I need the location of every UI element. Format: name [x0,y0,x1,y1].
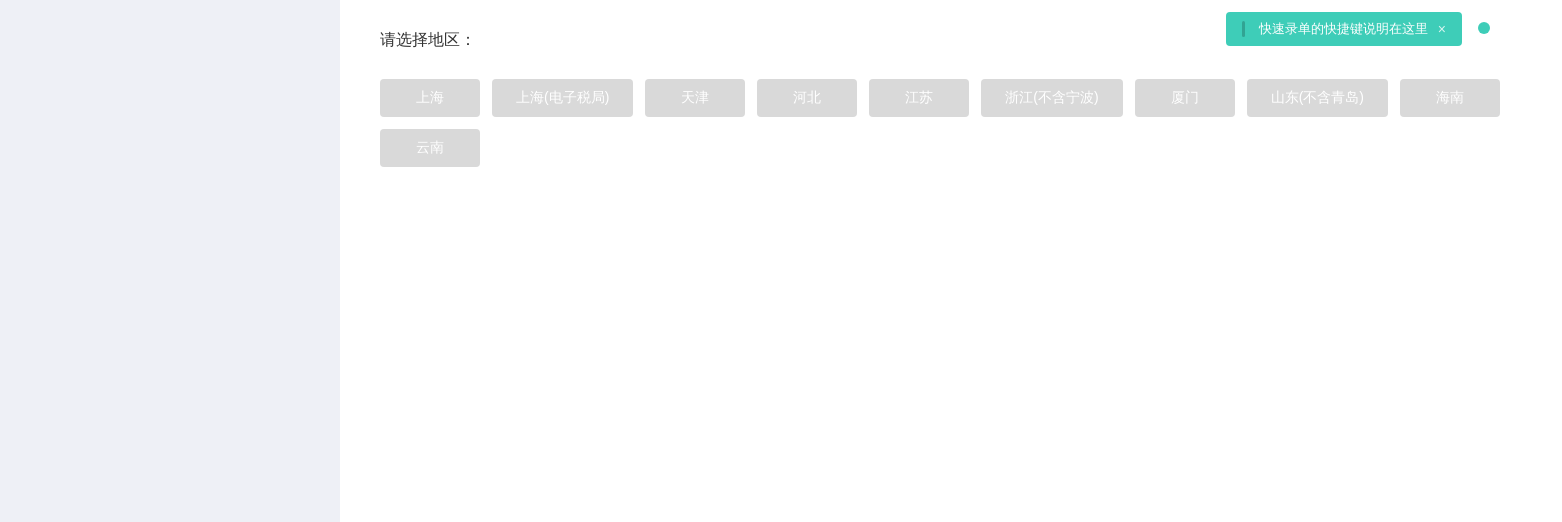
tooltip-connector-dot [1478,22,1490,34]
region-buttons: 上海上海(电子税局) 天津河北江苏浙江(不含宁波) 厦门山东(不含青岛) 海南云南 [380,79,1522,167]
region-button-hebei[interactable]: 河北 [757,79,857,117]
region-button-shanghai[interactable]: 上海 [380,79,480,117]
tooltip-close-button[interactable]: × [1438,22,1446,36]
tooltip-text: 快速录单的快捷键说明在这里 [1259,20,1428,38]
region-button-hainan[interactable]: 海南 [1400,79,1500,117]
main-content: 请选择地区： 上海上海(电子税局)天津河北江苏浙江(不含宁波)厦门山东(不含青岛… [340,0,1562,522]
region-button-yunnan[interactable]: 云南 [380,129,480,167]
region-button-jiangsu[interactable]: 江苏 [869,79,969,117]
region-button-tianjin[interactable]: 天津 [645,79,745,117]
region-button-zhejiang[interactable]: 浙江(不含宁波) [981,79,1122,117]
region-button-shandong[interactable]: 山东(不含青岛) [1247,79,1388,117]
tooltip-left-bar [1242,21,1245,37]
tooltip-banner: 快速录单的快捷键说明在这里 × [1226,12,1462,46]
region-button-xiamen[interactable]: 厦门 [1135,79,1235,117]
region-button-shanghai-etax[interactable]: 上海(电子税局) [492,79,633,117]
left-sidebar [0,0,340,522]
